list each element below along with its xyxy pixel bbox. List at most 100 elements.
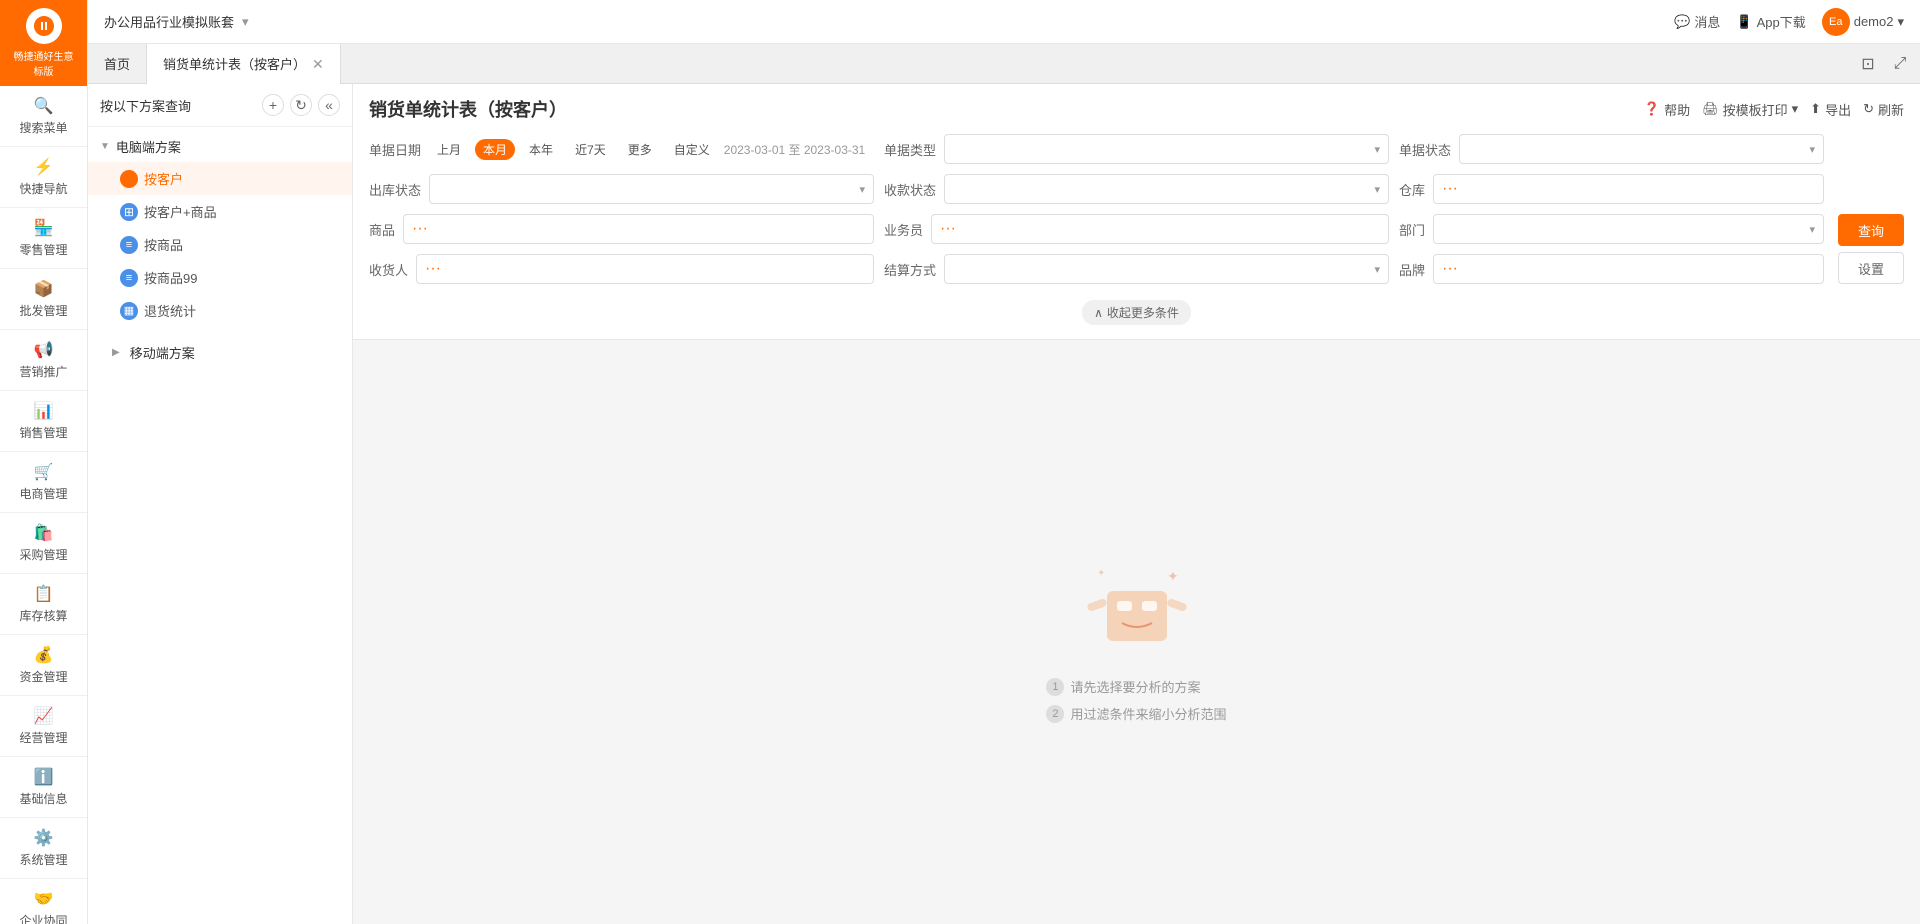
sidebar-item-cooperation[interactable]: 🤝 企业协同 <box>0 879 87 924</box>
tab-bar: 首页 销货单统计表（按客户） ✕ ⊡ ⤢ <box>88 44 1920 84</box>
product-select[interactable]: ··· <box>403 214 874 244</box>
sidebar-item-marketing[interactable]: 📢 营销推广 <box>0 330 87 391</box>
date-btn-last-month[interactable]: 上月 <box>429 139 469 160</box>
date-btn-more[interactable]: 更多 <box>620 139 660 160</box>
left-panel-actions: + ↻ « <box>262 94 340 116</box>
tree-group-mobile-header[interactable]: ▶ 移动端方案 <box>100 337 340 368</box>
sidebar-item-cooperation-label: 企业协同 <box>19 912 67 924</box>
tree-group-mobile: ▶ 移动端方案 <box>88 331 352 374</box>
sidebar-item-inventory[interactable]: 📋 库存核算 <box>0 574 87 635</box>
brand-label: 品牌 <box>1399 260 1425 279</box>
template-print-btn[interactable]: 🖨 按模板打印 ▾ <box>1702 100 1798 119</box>
sidebar-item-retail[interactable]: 🏪 零售管理 <box>0 208 87 269</box>
return-stat-icon: ▦ <box>120 302 138 320</box>
date-label: 单据日期 <box>369 140 421 159</box>
by-product-99-icon: ≡ <box>120 269 138 287</box>
industry-dropdown-icon[interactable]: ▾ <box>242 14 249 30</box>
tab-expand-btn[interactable]: ⤢ <box>1888 52 1912 76</box>
tree-item-by-customer-product[interactable]: ⊞ 按客户+商品 <box>88 195 352 228</box>
wholesale-icon: 📦 <box>34 279 54 299</box>
salesperson-select[interactable]: ··· <box>931 214 1389 244</box>
message-btn[interactable]: 💬 消息 <box>1674 12 1720 31</box>
warehouse-select[interactable]: ··· <box>1433 174 1824 204</box>
sidebar-item-search[interactable]: 🔍 搜索菜单 <box>0 86 87 147</box>
tree-group-pc: ▼ 电脑端方案 按客户 ⊞ 按客户+商品 ≡ 按商品 ≡ 按商品99 <box>88 127 352 331</box>
bill-type-select[interactable]: ▾ <box>944 134 1389 164</box>
date-btn-this-year[interactable]: 本年 <box>521 139 561 160</box>
sidebar-item-wholesale-label: 批发管理 <box>19 302 67 319</box>
tree-item-by-customer-label: 按客户 <box>144 169 183 188</box>
refresh-scheme-btn[interactable]: ↻ <box>290 94 312 116</box>
filter-item-department: 部门 ▾ <box>1399 214 1904 244</box>
help-btn[interactable]: ❓ 帮助 <box>1644 100 1690 119</box>
export-label: 导出 <box>1825 100 1851 119</box>
sidebar-item-wholesale[interactable]: 📦 批发管理 <box>0 269 87 330</box>
export-btn[interactable]: ⬆ 导出 <box>1810 100 1851 119</box>
sidebar-item-sales-label: 销售管理 <box>19 424 67 441</box>
cooperation-icon: 🤝 <box>34 889 54 909</box>
salesperson-label: 业务员 <box>884 220 923 239</box>
tab-home[interactable]: 首页 <box>88 44 147 84</box>
system-icon: ⚙️ <box>34 828 54 848</box>
settings-btn[interactable]: 设置 <box>1838 252 1904 284</box>
search-icon: 🔍 <box>34 96 54 116</box>
receiver-select[interactable]: ··· <box>416 254 874 284</box>
sidebar-item-system-label: 系统管理 <box>19 851 67 868</box>
app-download-btn[interactable]: 📱 App下载 <box>1736 12 1805 31</box>
filter-section: 销货单统计表（按客户） ❓ 帮助 🖨 按模板打印 ▾ <box>353 84 1920 340</box>
collapse-label: 收起更多条件 <box>1107 304 1179 321</box>
by-customer-icon <box>120 170 138 188</box>
by-customer-product-icon: ⊞ <box>120 203 138 221</box>
query-btn[interactable]: 查询 <box>1838 214 1904 246</box>
avatar-text: Ea <box>1829 16 1842 28</box>
tree-item-return-stat-label: 退货统计 <box>144 301 196 320</box>
tab-restore-btn[interactable]: ⊡ <box>1856 52 1880 76</box>
date-btn-custom[interactable]: 自定义 <box>666 139 718 160</box>
bill-type-label: 单据类型 <box>884 140 936 159</box>
message-icon: 💬 <box>1674 14 1690 30</box>
sidebar-item-finance[interactable]: 💰 资金管理 <box>0 635 87 696</box>
svg-text:✦: ✦ <box>1167 568 1179 584</box>
user-menu[interactable]: Ea demo2 ▾ <box>1822 8 1904 36</box>
sidebar-item-quick-nav-label: 快捷导航 <box>19 180 67 197</box>
product-dots: ··· <box>412 220 428 238</box>
left-panel: 按以下方案查询 + ↻ « ▼ 电脑端方案 按客户 ⊞ <box>88 84 353 924</box>
tree-item-by-product[interactable]: ≡ 按商品 <box>88 228 352 261</box>
collapse-btn[interactable]: ∧ 收起更多条件 <box>1082 300 1191 325</box>
payment-status-select[interactable]: ▾ <box>944 174 1389 204</box>
tree-item-by-product-99-label: 按商品99 <box>144 268 197 287</box>
brand-select[interactable]: ··· <box>1433 254 1824 284</box>
tree-item-by-product-99[interactable]: ≡ 按商品99 <box>88 261 352 294</box>
tree-item-by-customer[interactable]: 按客户 <box>88 162 352 195</box>
content-area: 按以下方案查询 + ↻ « ▼ 电脑端方案 按客户 ⊞ <box>88 84 1920 924</box>
sidebar-item-purchase[interactable]: 🛍️ 采购管理 <box>0 513 87 574</box>
sidebar-item-operation[interactable]: 📈 经营管理 <box>0 696 87 757</box>
tree-item-return-stat[interactable]: ▦ 退货统计 <box>88 294 352 327</box>
sidebar-item-system[interactable]: ⚙️ 系统管理 <box>0 818 87 879</box>
tab-sales-stat[interactable]: 销货单统计表（按客户） ✕ <box>147 44 341 84</box>
sidebar-item-basic[interactable]: ℹ️ 基础信息 <box>0 757 87 818</box>
sidebar-item-quick-nav[interactable]: ⚡ 快捷导航 <box>0 147 87 208</box>
settlement-select[interactable]: ▾ <box>944 254 1389 284</box>
tree-group-pc-header[interactable]: ▼ 电脑端方案 <box>88 131 352 162</box>
payment-status-label: 收款状态 <box>884 180 936 199</box>
bill-status-select[interactable]: ▾ <box>1459 134 1824 164</box>
out-status-select[interactable]: ▾ <box>429 174 874 204</box>
sidebar-item-sales[interactable]: 📊 销售管理 <box>0 391 87 452</box>
sidebar-item-ecommerce[interactable]: 🛒 电商管理 <box>0 452 87 513</box>
add-scheme-btn[interactable]: + <box>262 94 284 116</box>
top-header: 办公用品行业模拟账套 ▾ 💬 消息 📱 App下载 Ea demo2 ▾ <box>88 0 1920 44</box>
collapse-panel-btn[interactable]: « <box>318 94 340 116</box>
sidebar-item-inventory-label: 库存核算 <box>19 607 67 624</box>
receiver-label: 收货人 <box>369 260 408 279</box>
salesperson-dots: ··· <box>940 220 956 238</box>
date-btn-this-month[interactable]: 本月 <box>475 139 515 160</box>
department-select[interactable]: ▾ <box>1433 214 1824 244</box>
tab-close-icon[interactable]: ✕ <box>312 57 324 71</box>
collapse-up-icon: ∧ <box>1094 306 1103 320</box>
refresh-btn[interactable]: ↻ 刷新 <box>1863 100 1904 119</box>
template-print-icon: 🖨 <box>1702 101 1719 117</box>
bill-status-arrow-icon: ▾ <box>1809 143 1815 156</box>
svg-text:✦: ✦ <box>1097 568 1105 579</box>
date-btn-7days[interactable]: 近7天 <box>567 139 614 160</box>
